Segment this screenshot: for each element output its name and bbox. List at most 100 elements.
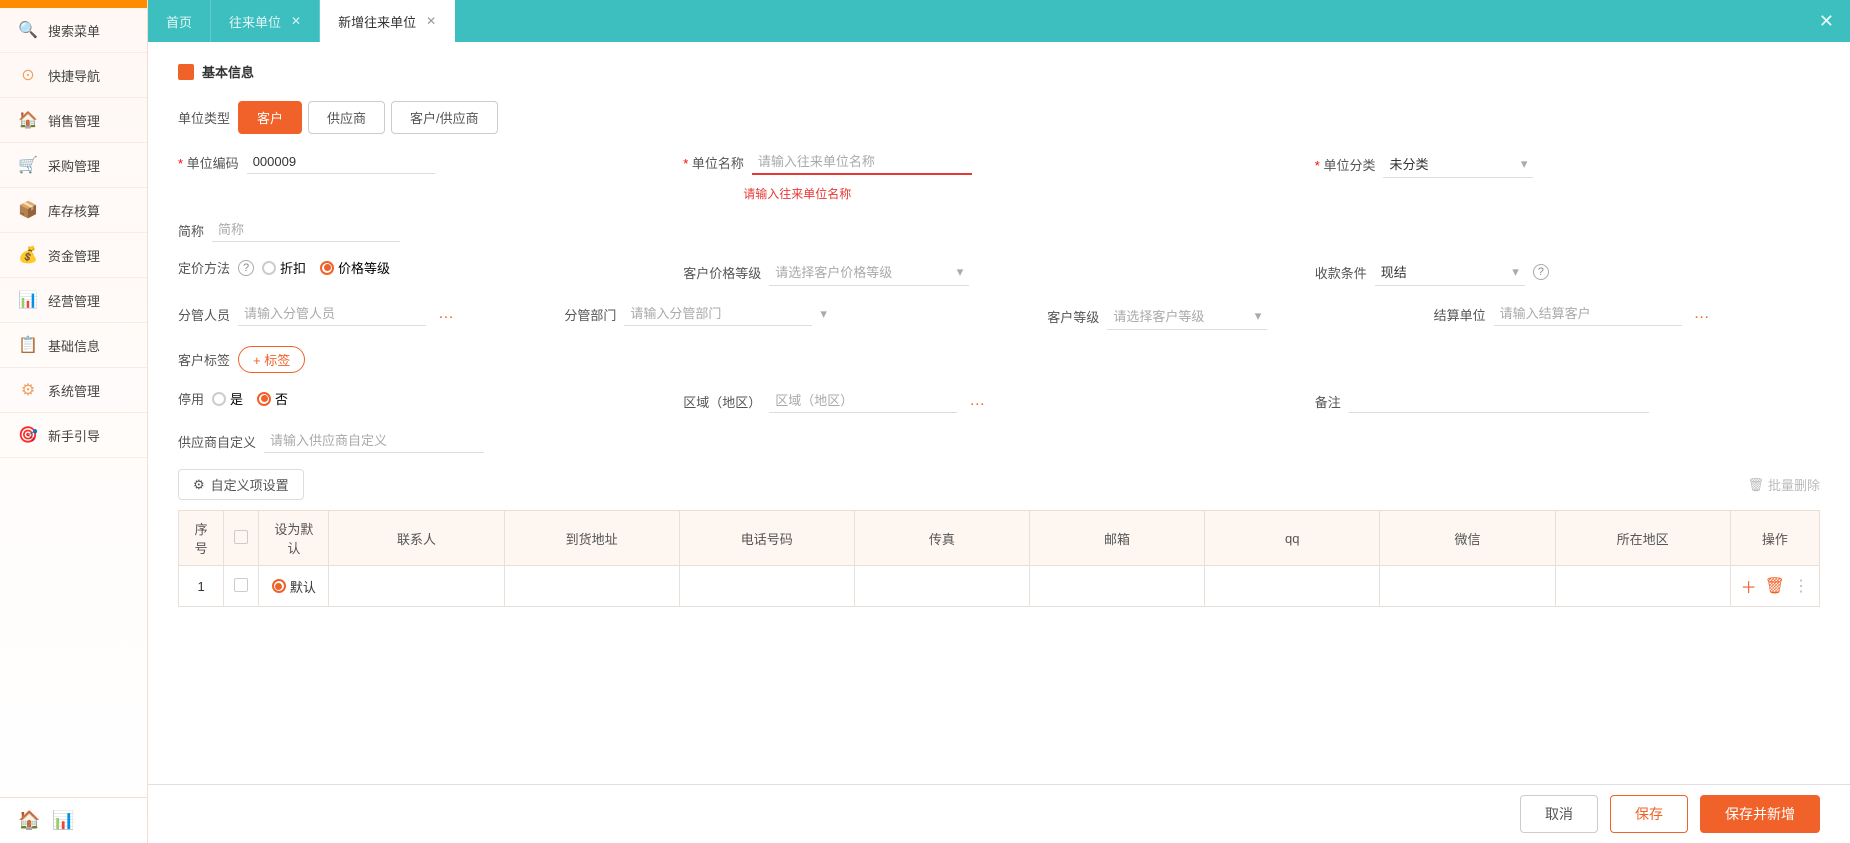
sidebar-item-system[interactable]: ⚙ 系统管理: [0, 368, 147, 413]
unit-name-input[interactable]: [752, 150, 972, 175]
cell-region-input[interactable]: [1566, 579, 1720, 594]
cell-address[interactable]: [504, 566, 679, 607]
address-input[interactable]: [515, 579, 669, 594]
row-checkbox[interactable]: [234, 578, 248, 592]
btn-supplier[interactable]: 供应商: [308, 101, 385, 134]
tab-units-close[interactable]: ✕: [291, 14, 301, 28]
sidebar-bottom: 🏠 📊: [0, 797, 147, 843]
dept-dropdown-arrow[interactable]: ▾: [820, 306, 827, 322]
batch-delete-label: 批量删除: [1768, 475, 1820, 494]
radio-disable-no-circle: [257, 392, 271, 406]
abbr-input[interactable]: [212, 218, 400, 242]
payment-terms-value: 现结: [1381, 262, 1407, 281]
btn-both[interactable]: 客户/供应商: [391, 101, 498, 134]
fax-input[interactable]: [865, 579, 1019, 594]
section-title-text: 基本信息: [202, 62, 254, 81]
cell-checkbox: [224, 566, 259, 607]
custom-settings-button[interactable]: ⚙ 自定义项设置: [178, 469, 304, 500]
dept-input[interactable]: [624, 302, 812, 326]
sidebar-bottom-icon2[interactable]: 📊: [52, 810, 74, 831]
sidebar-item-search[interactable]: 🔍 搜索菜单: [0, 8, 147, 53]
customer-tag-field: 客户标签 + 标签: [178, 346, 1820, 373]
cell-phone[interactable]: [679, 566, 854, 607]
batch-delete-button[interactable]: 🗑 批量删除: [1747, 475, 1820, 494]
tab-new-unit-close[interactable]: ✕: [426, 14, 436, 28]
unit-category-field: 单位分类 未分类 ▾: [1315, 150, 1820, 178]
save-button[interactable]: 保存: [1610, 795, 1688, 833]
customer-level-select[interactable]: 请选择客户等级 ▾: [1107, 302, 1267, 330]
sidebar-item-operations[interactable]: 📊 经营管理: [0, 278, 147, 323]
payment-terms-field: 收款条件 现结 ▾ ?: [1315, 258, 1820, 286]
drag-handle[interactable]: ⋮: [1793, 576, 1809, 596]
btn-customer[interactable]: 客户: [238, 101, 302, 134]
cell-fax[interactable]: [854, 566, 1029, 607]
email-input[interactable]: [1040, 579, 1194, 594]
cell-qq[interactable]: [1205, 566, 1380, 607]
contact-input[interactable]: [339, 579, 493, 594]
tab-new-unit[interactable]: 新增往来单位 ✕: [320, 0, 455, 42]
finance-icon: 💰: [18, 245, 38, 265]
col-contact: 联系人: [329, 511, 504, 566]
tabbar-close-btn[interactable]: ✕: [1803, 11, 1850, 32]
qq-input[interactable]: [1215, 579, 1369, 594]
customer-price-level-select[interactable]: 请选择客户价格等级 ▾: [769, 258, 969, 286]
gear-icon: ⚙: [193, 477, 205, 493]
sidebar-item-quicknav-label: 快捷导航: [48, 66, 100, 85]
select-all-checkbox[interactable]: [234, 530, 248, 544]
main-area: 首页 往来单位 ✕ 新增往来单位 ✕ ✕ 基本信息 单位类型 客户 供应商 客户…: [148, 0, 1850, 843]
tab-home[interactable]: 首页: [148, 0, 211, 42]
pricing-help-icon[interactable]: ?: [238, 260, 254, 276]
form-footer: 取消 保存 保存并新增: [148, 784, 1850, 843]
settlement-ellipsis[interactable]: …: [1690, 305, 1714, 323]
cell-email[interactable]: [1029, 566, 1204, 607]
delete-row-btn[interactable]: 🗑: [1765, 576, 1785, 596]
region-input[interactable]: [769, 389, 957, 413]
tab-units[interactable]: 往来单位 ✕: [211, 0, 320, 42]
region-field: 区域（地区） …: [683, 389, 1315, 413]
manager-input[interactable]: [238, 302, 426, 326]
radio-discount[interactable]: 折扣: [262, 258, 306, 277]
sidebar-item-finance[interactable]: 💰 资金管理: [0, 233, 147, 278]
radio-disable-yes[interactable]: 是: [212, 389, 243, 408]
unit-category-select[interactable]: 未分类 ▾: [1383, 150, 1533, 178]
remark-input[interactable]: [1349, 389, 1649, 413]
sidebar-item-guide[interactable]: 🎯 新手引导: [0, 413, 147, 458]
unit-type-buttons: 客户 供应商 客户/供应商: [238, 101, 498, 134]
cancel-button[interactable]: 取消: [1520, 795, 1598, 833]
radio-price-level[interactable]: 价格等级: [320, 258, 390, 277]
row-default-radio[interactable]: 默认: [269, 577, 318, 596]
radio-price-level-label: 价格等级: [338, 258, 390, 277]
cell-region[interactable]: [1555, 566, 1730, 607]
add-tag-button[interactable]: + 标签: [238, 346, 305, 373]
radio-price-level-circle: [320, 261, 334, 275]
add-row-btn[interactable]: ＋: [1741, 574, 1757, 598]
supplier-custom-input[interactable]: [264, 429, 484, 453]
save-new-button[interactable]: 保存并新增: [1700, 795, 1820, 833]
sidebar-item-basic[interactable]: 📋 基础信息: [0, 323, 147, 368]
region-ellipsis[interactable]: …: [965, 392, 989, 410]
unit-name-error: 请输入往来单位名称: [743, 185, 851, 202]
sidebar-item-inventory[interactable]: 📦 库存核算: [0, 188, 147, 233]
pricing-row: 定价方法 ? 折扣 价格等级 客户价格等级 请选择客户价格等级: [178, 258, 1820, 286]
row-default-label: 默认: [290, 577, 316, 596]
sidebar-item-purchase[interactable]: 🛒 采购管理: [0, 143, 147, 188]
payment-terms-select[interactable]: 现结 ▾: [1375, 258, 1525, 286]
system-icon: ⚙: [18, 380, 38, 400]
sidebar-bottom-icon1[interactable]: 🏠: [18, 810, 40, 831]
sidebar-item-quicknav[interactable]: ⊙ 快捷导航: [0, 53, 147, 98]
cell-contact[interactable]: [329, 566, 504, 607]
settlement-input[interactable]: [1494, 302, 1682, 326]
unit-code-input[interactable]: [247, 150, 435, 174]
payment-terms-help-icon[interactable]: ?: [1533, 264, 1549, 280]
pricing-radio-group: 折扣 价格等级: [262, 258, 390, 277]
sidebar-item-finance-label: 资金管理: [48, 246, 100, 265]
cell-wechat[interactable]: [1380, 566, 1555, 607]
cell-default[interactable]: 默认: [259, 566, 329, 607]
sidebar-item-sales[interactable]: 🏠 销售管理: [0, 98, 147, 143]
remark-field: 备注: [1315, 389, 1820, 413]
radio-disable-yes-circle: [212, 392, 226, 406]
wechat-input[interactable]: [1390, 579, 1544, 594]
radio-disable-no[interactable]: 否: [257, 389, 288, 408]
phone-input[interactable]: [690, 579, 844, 594]
manager-ellipsis[interactable]: …: [434, 305, 458, 323]
